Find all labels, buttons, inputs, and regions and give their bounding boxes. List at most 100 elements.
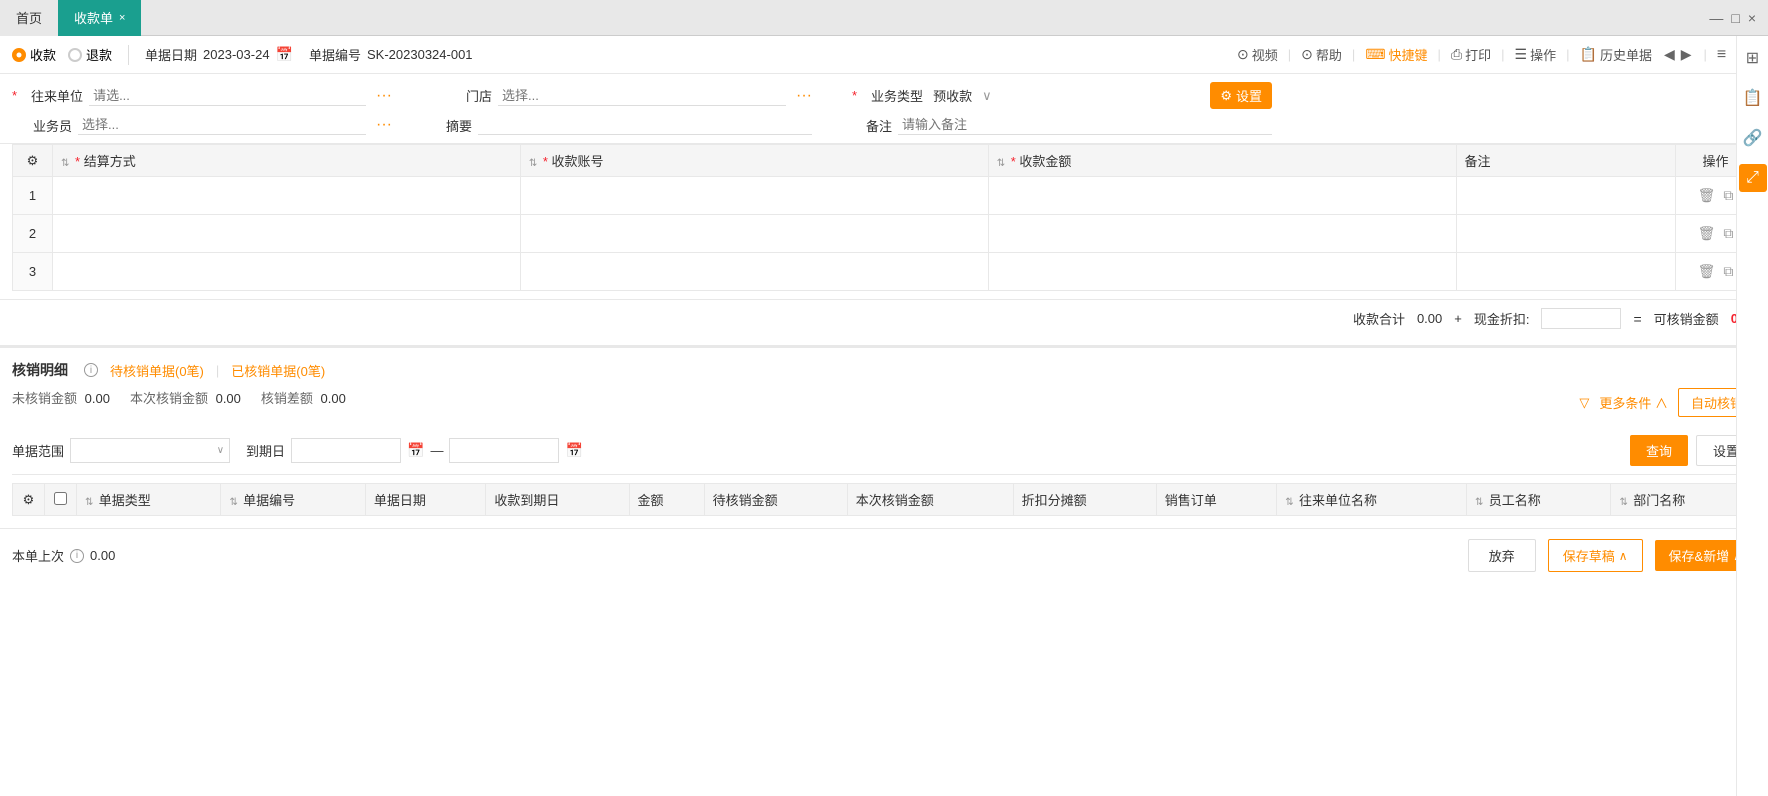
discard-button[interactable]: 放弃 — [1468, 539, 1536, 572]
date-from-icon[interactable]: 📅 — [407, 442, 424, 459]
discount-input[interactable] — [1541, 308, 1621, 329]
sidebar-expand-icon[interactable]: ⤢ — [1739, 164, 1767, 192]
row-amount-3[interactable] — [988, 253, 1456, 291]
row-account-2[interactable] — [520, 215, 988, 253]
summary-field: 摘要 — [432, 115, 812, 135]
sidebar-table-icon[interactable]: ⊞ — [1739, 44, 1767, 72]
close-window-icon[interactable]: × — [1748, 10, 1756, 26]
filter-icon[interactable]: ▽ — [1579, 395, 1589, 411]
sidebar-clipboard-icon[interactable]: 📋 — [1739, 84, 1767, 112]
more-conditions-label[interactable]: 更多条件 ∧ — [1599, 393, 1668, 412]
video-btn[interactable]: ⊙ 视频 — [1237, 45, 1278, 64]
counterpart-input[interactable] — [89, 86, 366, 106]
radio-receipt[interactable]: 收款 — [12, 45, 56, 64]
nav-prev-icon[interactable]: ◀ — [1662, 46, 1677, 63]
date-from-input[interactable]: 2022-04-01 — [291, 438, 401, 463]
save-draft-button[interactable]: 保存草稿 ∧ — [1548, 539, 1643, 572]
history-btn[interactable]: 📋 历史单据 — [1580, 45, 1652, 64]
store-label: 门店 — [432, 86, 492, 105]
tab-receipt-label: 收款单 — [74, 8, 113, 27]
form-row-2: 业务员 ··· 摘要 备注 — [12, 115, 1756, 135]
counterpart-required-star: * — [12, 88, 17, 103]
stat-label-2: 核销差额 — [261, 391, 313, 406]
verify-actions: ▽ 更多条件 ∧ 自动核销 — [1579, 388, 1756, 417]
row-note-3[interactable] — [1456, 253, 1675, 291]
range-select[interactable] — [70, 438, 230, 463]
summary-input[interactable] — [478, 115, 812, 135]
row-amount-1[interactable] — [988, 177, 1456, 215]
list-view-icon[interactable]: ≡ — [1717, 46, 1726, 64]
date-filter-field: 到期日 2022-04-01 📅 — 2022-04-12 📅 — [246, 438, 583, 463]
verify-tab-pending[interactable]: 待核销单据(0笔) — [110, 361, 204, 380]
store-more-icon[interactable]: ··· — [796, 87, 812, 105]
maximize-icon[interactable]: □ — [1731, 10, 1739, 26]
history-label: 历史单据 — [1600, 45, 1652, 64]
table-settings-icon: ⚙ — [27, 153, 39, 168]
print-label: 打印 — [1465, 45, 1491, 64]
stat-label-0: 未核销金额 — [12, 391, 77, 406]
nav-next-icon[interactable]: ▶ — [1679, 46, 1694, 63]
row-settle-2[interactable] — [53, 215, 521, 253]
tab-home[interactable]: 首页 — [0, 0, 58, 36]
verify-th-department: ⇅ 部门名称 — [1611, 484, 1756, 516]
date-to-input[interactable]: 2022-04-12 — [449, 438, 559, 463]
settings-button[interactable]: ⚙ 设置 — [1210, 82, 1272, 109]
number-value: SK-20230324-001 — [367, 47, 473, 62]
store-input[interactable] — [498, 86, 786, 106]
minimize-icon[interactable]: — — [1709, 10, 1723, 26]
verify-th-staff: ⇅ 员工名称 — [1467, 484, 1611, 516]
row-copy-2[interactable]: ⧉ — [1723, 225, 1733, 242]
verify-col-pending: 待核销金额 — [713, 493, 778, 508]
query-button[interactable]: 查询 — [1630, 435, 1688, 466]
tab-close-icon[interactable]: × — [119, 12, 125, 24]
verify-th-amount: 金额 — [629, 484, 704, 516]
verify-th-doc-date: 单据日期 — [365, 484, 485, 516]
print-btn[interactable]: ⎙ 打印 — [1451, 45, 1491, 64]
verify-th-sales-order: 销售订单 — [1156, 484, 1276, 516]
tab-home-label: 首页 — [16, 8, 42, 27]
row-settle-3[interactable] — [53, 253, 521, 291]
operation-btn[interactable]: ☰ 操作 — [1515, 45, 1557, 64]
available-label: 可核销金额 — [1654, 309, 1719, 328]
row-copy-1[interactable]: ⧉ — [1723, 187, 1733, 204]
verify-info-icon[interactable]: i — [84, 363, 98, 377]
row-delete-3[interactable]: 🗑 — [1698, 263, 1716, 280]
row-settle-1[interactable] — [53, 177, 521, 215]
help-btn[interactable]: ⊙ 帮助 — [1301, 45, 1342, 64]
row-delete-1[interactable]: 🗑 — [1698, 187, 1716, 204]
row-note-2[interactable] — [1456, 215, 1675, 253]
sidebar-link-icon[interactable]: 🔗 — [1739, 124, 1767, 152]
sort-icon-staff: ⇅ — [1475, 497, 1483, 508]
staff-more-icon[interactable]: ··· — [376, 116, 392, 134]
toolbar-divider — [128, 45, 129, 65]
select-all-checkbox[interactable] — [54, 492, 67, 505]
staff-input[interactable] — [78, 115, 366, 135]
date-calendar-icon[interactable]: 📅 — [276, 46, 293, 63]
verify-col-staff: 员工名称 — [1489, 493, 1541, 508]
verify-th-checkbox[interactable] — [45, 484, 77, 516]
summary-bar: 收款合计 0.00 + 现金折扣: = 可核销金额 0.00 — [0, 299, 1768, 337]
footer-info-icon[interactable]: i — [70, 549, 84, 563]
table-settings-th[interactable]: ⚙ — [13, 145, 53, 177]
receipt-type-group: 收款 退款 — [12, 45, 112, 64]
verify-th-doc-type: ⇅ 单据类型 — [77, 484, 221, 516]
row-account-1[interactable] — [520, 177, 988, 215]
row-copy-3[interactable]: ⧉ — [1723, 263, 1733, 280]
tab-receipt[interactable]: 收款单 × — [58, 0, 141, 36]
date-to-icon[interactable]: 📅 — [565, 442, 582, 459]
verify-th-settings[interactable]: ⚙ — [13, 484, 45, 516]
shortcut-btn[interactable]: ⌨ 快捷键 — [1365, 45, 1427, 64]
toolbar-right: ⊙ 视频 | ⊙ 帮助 | ⌨ 快捷键 | ⎙ 打印 | ☰ 操作 | — [1237, 44, 1756, 65]
counterpart-more-icon[interactable]: ··· — [376, 87, 392, 105]
business-type-dropdown-icon[interactable]: ∨ — [982, 88, 992, 104]
radio-refund[interactable]: 退款 — [68, 45, 112, 64]
row-note-1[interactable] — [1456, 177, 1675, 215]
business-type-label: 业务类型 — [863, 86, 923, 105]
row-account-3[interactable] — [520, 253, 988, 291]
verify-col-doc-no: 单据编号 — [243, 493, 295, 508]
note-input[interactable] — [898, 115, 1272, 135]
receipt-table: ⚙ ⇅ * 结算方式 ⇅ * 收款账号 ⇅ * 收款金额 — [12, 144, 1756, 291]
row-delete-2[interactable]: 🗑 — [1698, 225, 1716, 242]
row-amount-2[interactable] — [988, 215, 1456, 253]
verify-tab-done[interactable]: 已核销单据(0笔) — [231, 361, 325, 380]
